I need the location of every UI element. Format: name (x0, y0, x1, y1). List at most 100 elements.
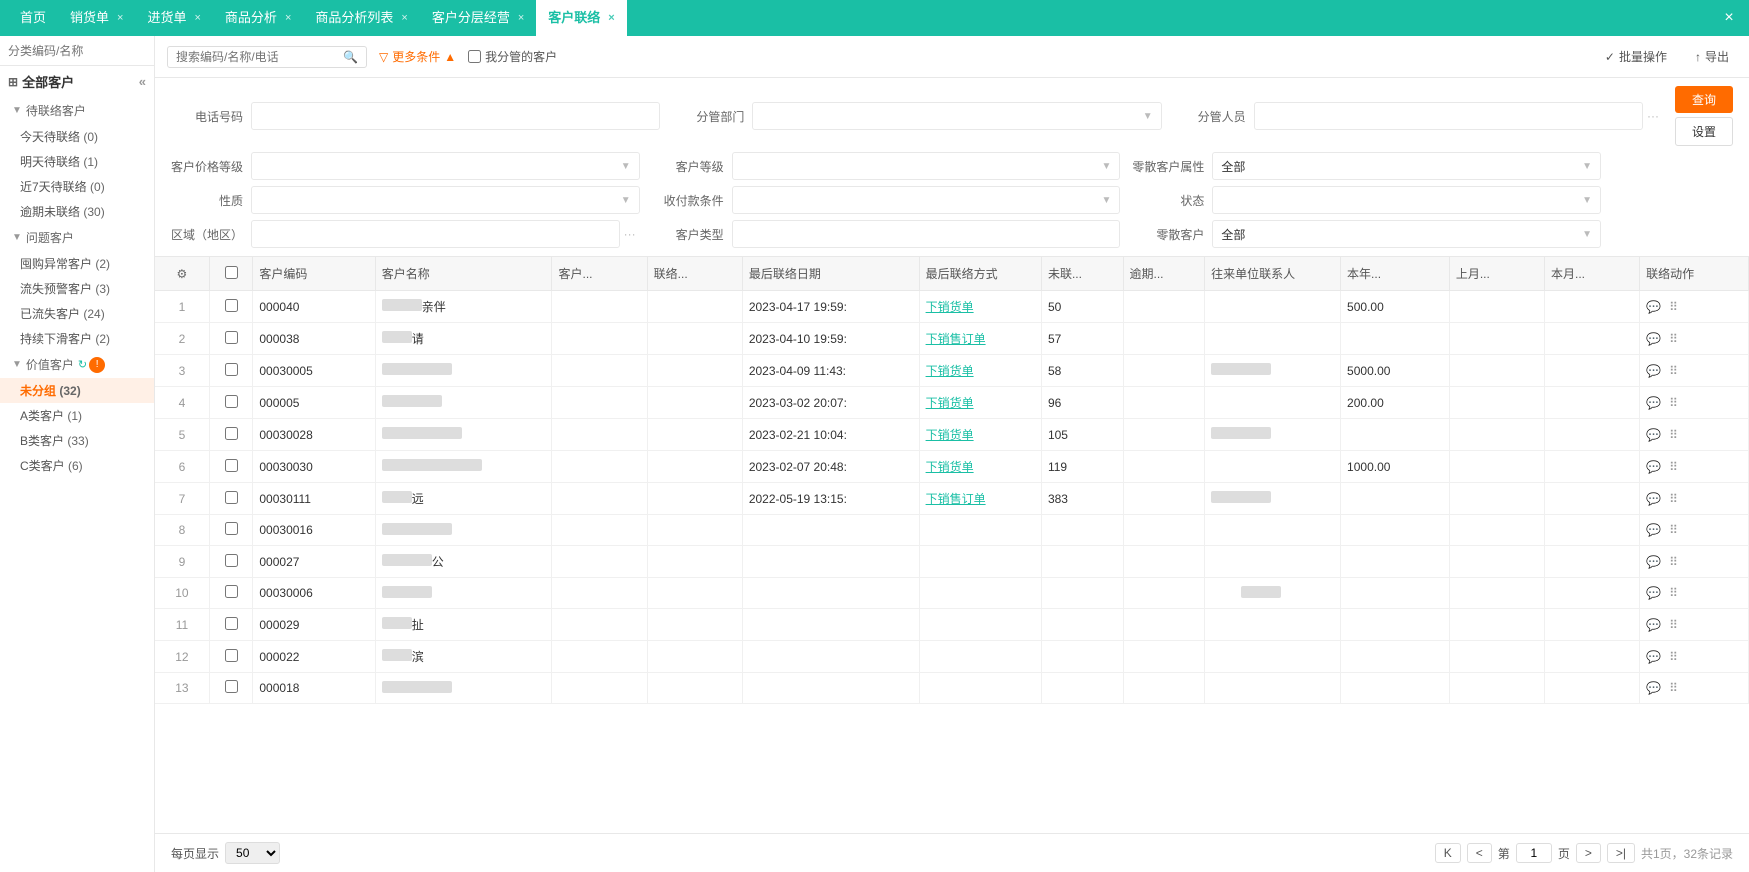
cell-checkbox[interactable] (209, 515, 253, 546)
nav-product-analysis-close[interactable]: × (285, 0, 291, 36)
sidebar-search-input[interactable] (8, 44, 155, 58)
settings-icon[interactable]: ⚙ (177, 267, 188, 281)
sidebar-item-tomorrow[interactable]: 明天待联络 (1) (0, 149, 154, 174)
contact-method-link[interactable]: 下销货单 (926, 364, 974, 378)
sidebar-item-today[interactable]: 今天待联络 (0) (0, 124, 154, 149)
filter-cust-level-select[interactable]: ▼ (732, 152, 1121, 180)
row-checkbox[interactable] (225, 363, 238, 376)
chat-icon[interactable]: 💬 (1646, 555, 1661, 569)
prev-page-btn[interactable]: < (1467, 843, 1492, 863)
nav-purchase[interactable]: 进货单 × (135, 0, 212, 36)
nav-product-analysis-list[interactable]: 商品分析列表 × (303, 0, 419, 36)
my-customer-checkbox[interactable] (468, 50, 481, 63)
reset-btn[interactable]: 设置 (1675, 117, 1733, 146)
nav-sales-close[interactable]: × (117, 0, 123, 36)
row-checkbox[interactable] (225, 617, 238, 630)
contact-method-link[interactable]: 下销货单 (926, 300, 974, 314)
nav-customer-segment[interactable]: 客户分层经营 × (420, 0, 536, 36)
filter-nature-select[interactable]: ▼ (251, 186, 640, 214)
filter-manager-dots[interactable]: ··· (1643, 105, 1663, 127)
cell-checkbox[interactable] (209, 419, 253, 451)
row-checkbox[interactable] (225, 331, 238, 344)
row-checkbox[interactable] (225, 649, 238, 662)
nav-close-all[interactable]: × (1717, 6, 1741, 30)
row-checkbox[interactable] (225, 585, 238, 598)
sidebar-group-problem-header[interactable]: ▼ 问题客户 (0, 224, 154, 251)
filter-payment-select[interactable]: ▼ (732, 186, 1121, 214)
last-page-btn[interactable]: >| (1607, 843, 1635, 863)
th-checkbox[interactable] (209, 257, 253, 291)
filter-sparse-attr-select[interactable]: 全部▼ (1212, 152, 1601, 180)
nav-home[interactable]: 首页 (8, 0, 58, 36)
filter-cust-type-input[interactable] (732, 220, 1121, 248)
cell-checkbox[interactable] (209, 451, 253, 483)
filter-sparse-cust-select[interactable]: 全部▼ (1212, 220, 1601, 248)
more-icon[interactable]: ⠿ (1669, 681, 1678, 695)
select-all-checkbox[interactable] (225, 266, 238, 279)
sidebar-item-class-a[interactable]: A类客户 (1) (0, 403, 154, 428)
more-icon[interactable]: ⠿ (1669, 650, 1678, 664)
sidebar-item-class-b[interactable]: B类客户 (33) (0, 428, 154, 453)
chat-icon[interactable]: 💬 (1646, 586, 1661, 600)
th-settings[interactable]: ⚙ (155, 257, 209, 291)
chat-icon[interactable]: 💬 (1646, 618, 1661, 632)
next-page-btn[interactable]: > (1576, 843, 1601, 863)
sidebar-item-ungroup[interactable]: 未分组 (32) (0, 378, 154, 403)
refresh-icon[interactable]: ↻ (78, 358, 87, 371)
cell-checkbox[interactable] (209, 323, 253, 355)
row-checkbox[interactable] (225, 554, 238, 567)
filter-manager-input[interactable] (1254, 102, 1643, 130)
nav-customer-contact[interactable]: 客户联络 × (536, 0, 626, 36)
sidebar-item-churned[interactable]: 已流失客户 (24) (0, 301, 154, 326)
filter-region-dots[interactable]: ··· (620, 223, 640, 245)
filter-price-level-select[interactable]: ▼ (251, 152, 640, 180)
chat-icon[interactable]: 💬 (1646, 523, 1661, 537)
my-customer-toggle[interactable]: 我分管的客户 (468, 48, 557, 65)
sidebar-item-declining[interactable]: 持续下滑客户 (2) (0, 326, 154, 351)
cell-checkbox[interactable] (209, 641, 253, 673)
sidebar-group-value-header[interactable]: ▼ 价值客户 ↻ ! (0, 351, 154, 378)
more-icon[interactable]: ⠿ (1669, 300, 1678, 314)
row-checkbox[interactable] (225, 680, 238, 693)
chat-icon[interactable]: 💬 (1646, 428, 1661, 442)
contact-method-link[interactable]: 下销货单 (926, 460, 974, 474)
row-checkbox[interactable] (225, 299, 238, 312)
cell-checkbox[interactable] (209, 483, 253, 515)
nav-sales[interactable]: 销货单 × (58, 0, 135, 36)
nav-product-analysis-list-close[interactable]: × (401, 0, 407, 36)
filter-dept-select[interactable]: ▼ (752, 102, 1161, 130)
nav-customer-segment-close[interactable]: × (518, 0, 524, 36)
sidebar-collapse-btn[interactable]: « (139, 74, 146, 89)
chat-icon[interactable]: 💬 (1646, 332, 1661, 346)
cell-checkbox[interactable] (209, 355, 253, 387)
row-checkbox[interactable] (225, 427, 238, 440)
query-btn[interactable]: 查询 (1675, 86, 1733, 113)
cell-checkbox[interactable] (209, 546, 253, 578)
row-checkbox[interactable] (225, 459, 238, 472)
search-input[interactable] (176, 50, 339, 64)
row-checkbox[interactable] (225, 395, 238, 408)
sidebar-item-overdue[interactable]: 逾期未联络 (30) (0, 199, 154, 224)
sidebar-item-class-c[interactable]: C类客户 (6) (0, 453, 154, 478)
cell-checkbox[interactable] (209, 387, 253, 419)
more-icon[interactable]: ⠿ (1669, 460, 1678, 474)
cell-checkbox[interactable] (209, 609, 253, 641)
cell-checkbox[interactable] (209, 578, 253, 609)
contact-method-link[interactable]: 下销售订单 (926, 332, 986, 346)
filter-region-input[interactable] (251, 220, 620, 248)
sidebar-item-churn-warning[interactable]: 流失预警客户 (3) (0, 276, 154, 301)
sidebar-all-customers[interactable]: ⊞ 全部客户 « (0, 66, 154, 97)
contact-method-link[interactable]: 下销售订单 (926, 492, 986, 506)
chat-icon[interactable]: 💬 (1646, 492, 1661, 506)
row-checkbox[interactable] (225, 491, 238, 504)
filter-status-select[interactable]: ▼ (1212, 186, 1601, 214)
nav-purchase-close[interactable]: × (194, 0, 200, 36)
nav-customer-contact-close[interactable]: × (608, 0, 614, 36)
contact-method-link[interactable]: 下销货单 (926, 428, 974, 442)
batch-op-btn[interactable]: ✓ 批量操作 (1597, 44, 1675, 69)
page-size-select[interactable]: 50 20 100 (225, 842, 280, 864)
cell-checkbox[interactable] (209, 673, 253, 704)
more-icon[interactable]: ⠿ (1669, 364, 1678, 378)
more-icon[interactable]: ⠿ (1669, 555, 1678, 569)
chat-icon[interactable]: 💬 (1646, 681, 1661, 695)
